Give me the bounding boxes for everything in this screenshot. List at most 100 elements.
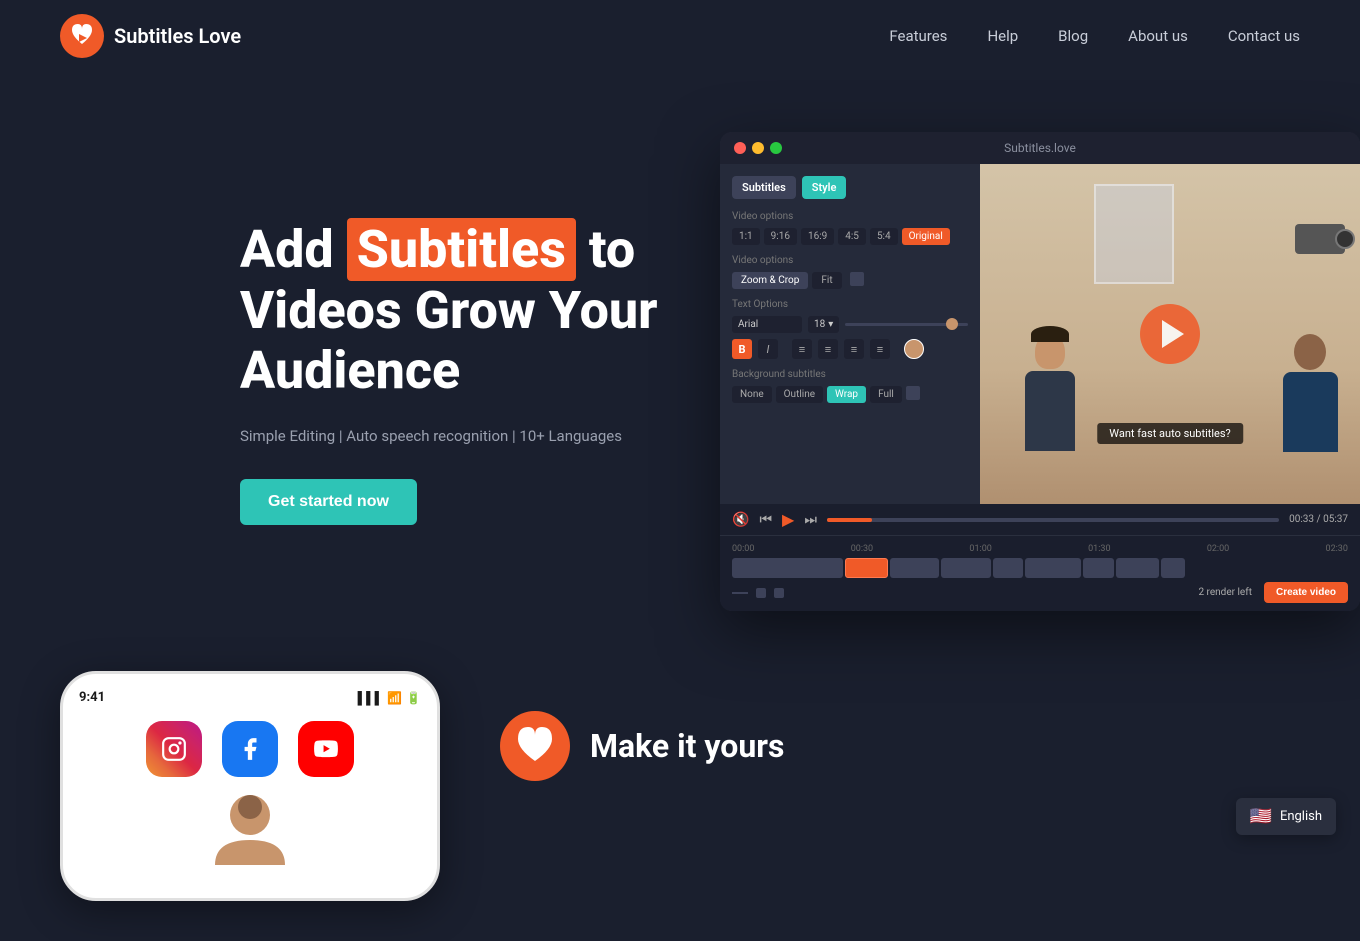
youtube-icon[interactable] [298,721,354,777]
ratio-4-5[interactable]: 4:5 [838,228,866,245]
dot-green [770,142,782,154]
dot-yellow [752,142,764,154]
wifi-icon: 📶 [387,691,402,705]
phone-mockup: 9:41 ▌▌▌ 📶 🔋 [60,671,440,901]
phone-time: 9:41 [79,690,105,705]
window-title: Subtitles.love [1004,141,1076,155]
camera [1295,224,1345,254]
timeline-block-2 [890,558,939,578]
format-row: B I ≡ ≡ ≡ ≡ [732,339,968,359]
skip-back-icon[interactable]: ⏮ [759,512,772,528]
bg-wrap-btn[interactable]: Wrap [827,386,866,403]
timeline-block-active [845,558,888,578]
text-options-label: Text Options [732,299,968,310]
align-center-btn[interactable]: ≡ [818,339,838,359]
play-button[interactable] [1140,304,1200,364]
nav-help[interactable]: Help [987,27,1018,45]
align-left-btn[interactable]: ≡ [792,339,812,359]
timeline-tool-3 [774,588,784,598]
facebook-icon[interactable] [222,721,278,777]
timeline-block-8 [1161,558,1186,578]
fit-btn[interactable]: Fit [812,272,841,289]
language-label: English [1280,809,1322,824]
brand-icon-large [500,711,570,781]
timeline-block-3 [941,558,990,578]
ratio-5-4[interactable]: 5:4 [870,228,898,245]
hero-section: Add Subtitles toVideos Grow YourAudience… [0,72,1360,651]
phone-person-area [79,785,421,865]
play-pause-icon[interactable]: ▶ [782,510,794,529]
get-started-button[interactable]: Get started now [240,479,417,525]
person1-body [1025,371,1075,451]
navbar: Subtitles Love Features Help Blog About … [0,0,1360,72]
dot-red [734,142,746,154]
language-badge[interactable]: 🇺🇸 English [1236,798,1336,835]
timeline-block-4 [993,558,1024,578]
video-subtitle-text: Want fast auto subtitles? [1097,423,1243,444]
person2 [1270,334,1350,474]
logo[interactable]: Subtitles Love [60,14,241,58]
timeline-tools [732,588,784,598]
create-video-button[interactable]: Create video [1264,582,1348,603]
skip-forward-icon[interactable]: ⏭ [804,512,817,528]
person-avatar [210,785,290,865]
align-right-btn[interactable]: ≡ [844,339,864,359]
person1-head [1035,334,1065,369]
video-options-group: Video options 1:1 9:16 16:9 4:5 5:4 Orig… [732,211,968,245]
nav-about[interactable]: About us [1128,27,1188,45]
nav-contact[interactable]: Contact us [1228,27,1300,45]
zoom-crop-btn[interactable]: Zoom & Crop [732,272,808,289]
bottom-right-card: Make it yours [500,711,1300,781]
bg-full-btn[interactable]: Full [870,386,902,403]
window-chrome: Subtitles.love [720,132,1360,164]
bg-none-btn[interactable]: None [732,386,772,403]
ratio-original[interactable]: Original [902,228,950,245]
timeline-block-5 [1025,558,1080,578]
phone-social-icons [79,721,421,777]
logo-icon [60,14,104,58]
battery-icon: 🔋 [406,691,421,705]
bg-subtitle-label: Background subtitles [732,369,968,380]
app-body: Subtitles Style Video options 1:1 9:16 1… [720,164,1360,504]
timeline-footer: 2 render left Create video [732,582,1348,603]
ratio-16-9[interactable]: 16:9 [801,228,834,245]
font-select[interactable]: Arial [732,316,802,333]
bg-outline-btn[interactable]: Outline [776,386,823,403]
person1 [1010,334,1090,474]
text-color-picker[interactable] [904,339,924,359]
font-slider[interactable] [845,323,968,326]
italic-btn[interactable]: I [758,339,778,359]
logo-text: Subtitles Love [114,24,241,48]
volume-icon[interactable]: 🔇 [732,512,749,528]
phone-status-bar: 9:41 ▌▌▌ 📶 🔋 [79,690,421,705]
timeline-tracks [732,558,1348,578]
bg-toggle [906,386,920,400]
app-sidebar: Subtitles Style Video options 1:1 9:16 1… [720,164,980,504]
progress-bar-fill [827,518,872,522]
phone-status-icons: ▌▌▌ 📶 🔋 [358,691,421,705]
sidebar-tabs: Subtitles Style [732,176,968,199]
font-size-input[interactable]: 18 ▾ [808,316,839,333]
tab-subtitles[interactable]: Subtitles [732,176,796,199]
nav-blog[interactable]: Blog [1058,27,1088,45]
timeline-block-1 [732,558,843,578]
hero-title: Add Subtitles toVideos Grow YourAudience [240,218,660,401]
bg-subtitle-row: None Outline Wrap Full [732,386,968,403]
signal-icon: ▌▌▌ [358,691,384,705]
tab-style[interactable]: Style [802,176,847,199]
window-dots [734,142,782,154]
progress-bar[interactable] [827,518,1279,522]
ratio-row: 1:1 9:16 16:9 4:5 5:4 Original [732,228,968,245]
text-options-row: Arial 18 ▾ [732,316,968,333]
flag-icon: 🇺🇸 [1250,806,1272,827]
align-justify-btn[interactable]: ≡ [870,339,890,359]
instagram-icon[interactable] [146,721,202,777]
lower-section: 9:41 ▌▌▌ 📶 🔋 [0,651,1360,941]
ratio-1-1[interactable]: 1:1 [732,228,760,245]
time-display: 00:33 / 05:37 [1289,514,1348,525]
hero-right: Subtitles.love Subtitles Style Vid [720,132,1360,611]
nav-features[interactable]: Features [889,27,947,45]
hero-left: Add Subtitles toVideos Grow YourAudience… [240,218,660,526]
ratio-9-16[interactable]: 9:16 [764,228,797,245]
bold-btn[interactable]: B [732,339,752,359]
